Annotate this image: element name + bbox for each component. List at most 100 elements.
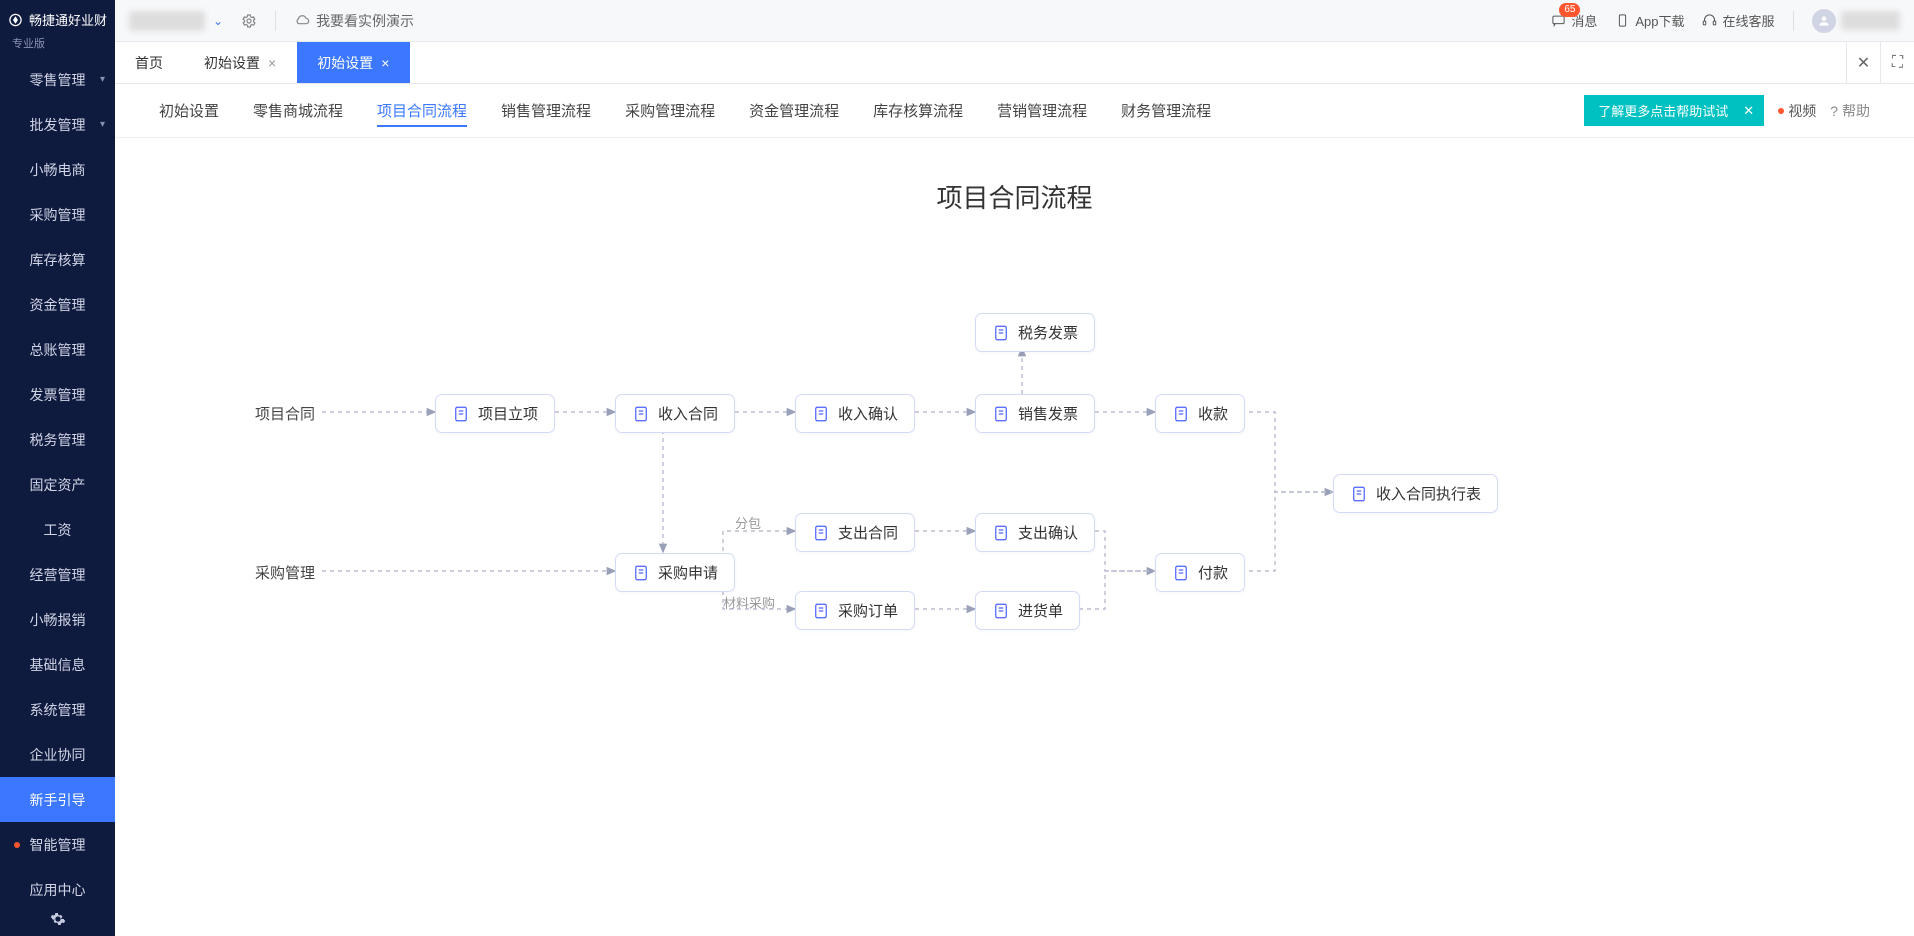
- close-icon[interactable]: ✕: [1743, 103, 1754, 119]
- node-income-contract[interactable]: 收入合同: [615, 394, 735, 433]
- subtabs: 初始设置 零售商城流程 项目合同流程 销售管理流程 采购管理流程 资金管理流程 …: [115, 84, 1914, 138]
- avatar-icon: [1812, 9, 1836, 33]
- sidebar-item-ecommerce[interactable]: 小畅电商: [0, 147, 115, 192]
- user-menu[interactable]: xxx: [1812, 9, 1901, 33]
- node-purchase-order[interactable]: 采购订单: [795, 591, 915, 630]
- tabs-strip: 首页 初始设置× 初始设置× ✕ ⛶: [115, 42, 1914, 84]
- sidebar-item-wholesale[interactable]: 批发管理: [0, 102, 115, 147]
- fullscreen-button[interactable]: ⛶: [1880, 42, 1914, 83]
- edge-label-subcontract: 分包: [735, 513, 761, 532]
- sidebar-item-invoice[interactable]: 发票管理: [0, 372, 115, 417]
- notification-dot: [1778, 108, 1784, 114]
- node-purchase-request[interactable]: 采购申请: [615, 553, 735, 592]
- subtab-funds[interactable]: 资金管理流程: [749, 86, 839, 135]
- sidebar-item-expense[interactable]: 小畅报销: [0, 597, 115, 642]
- node-sales-invoice[interactable]: 销售发票: [975, 394, 1095, 433]
- sidebar-items: 零售管理 批发管理 小畅电商 采购管理 库存核算 资金管理 总账管理 发票管理 …: [0, 57, 115, 902]
- cloud-icon: [294, 13, 310, 29]
- settings-gear-icon[interactable]: [241, 13, 257, 29]
- section-label-contract: 项目合同: [255, 403, 315, 424]
- canvas-title: 项目合同流程: [936, 178, 1092, 215]
- help-link[interactable]: ?帮助: [1830, 101, 1870, 121]
- video-link[interactable]: 视频: [1778, 101, 1816, 121]
- tab-initial-settings-2[interactable]: 初始设置×: [297, 42, 410, 83]
- document-icon: [1350, 485, 1368, 503]
- demo-link[interactable]: 我要看实例演示: [294, 11, 414, 31]
- tab-initial-settings-1[interactable]: 初始设置×: [184, 42, 297, 83]
- subtab-inventory[interactable]: 库存核算流程: [873, 86, 963, 135]
- sidebar-item-salary[interactable]: 工资: [0, 507, 115, 552]
- sidebar-item-ai-manage[interactable]: 智能管理: [0, 822, 115, 867]
- customer-service-button[interactable]: 在线客服: [1702, 11, 1774, 30]
- document-icon: [812, 524, 830, 542]
- document-icon: [1172, 405, 1190, 423]
- sidebar-item-ledger[interactable]: 总账管理: [0, 327, 115, 372]
- subtab-finance[interactable]: 财务管理流程: [1121, 86, 1211, 135]
- sidebar-item-funds[interactable]: 资金管理: [0, 282, 115, 327]
- node-income-exec-report[interactable]: 收入合同执行表: [1333, 474, 1498, 513]
- sidebar-item-tax[interactable]: 税务管理: [0, 417, 115, 462]
- node-receipt[interactable]: 收款: [1155, 394, 1245, 433]
- company-name-obscured: xxxx: [129, 11, 205, 31]
- edge-label-material: 材料采购: [723, 593, 775, 612]
- document-icon: [1172, 564, 1190, 582]
- gear-icon: [50, 911, 66, 927]
- sidebar-settings-button[interactable]: [0, 902, 115, 936]
- tab-home[interactable]: 首页: [115, 42, 184, 83]
- node-income-confirm[interactable]: 收入确认: [795, 394, 915, 433]
- subtab-retail-mall[interactable]: 零售商城流程: [253, 86, 343, 135]
- sidebar-item-guide[interactable]: 新手引导: [0, 777, 115, 822]
- subtab-project-contract[interactable]: 项目合同流程: [377, 86, 467, 135]
- help-tip-banner: 了解更多点击帮助试试 ✕: [1581, 95, 1764, 126]
- sidebar-item-retail[interactable]: 零售管理: [0, 57, 115, 102]
- node-payment[interactable]: 付款: [1155, 553, 1245, 592]
- close-icon[interactable]: ×: [381, 55, 389, 71]
- node-tax-invoice[interactable]: 税务发票: [975, 313, 1095, 352]
- close-icon[interactable]: ×: [268, 55, 276, 71]
- brand-logo[interactable]: 畅捷通好业财: [0, 0, 115, 39]
- question-icon: ?: [1830, 103, 1838, 119]
- node-expense-confirm[interactable]: 支出确认: [975, 513, 1095, 552]
- brand-edition: 专业版: [0, 35, 115, 51]
- document-icon: [992, 524, 1010, 542]
- close-all-tabs-button[interactable]: ✕: [1846, 42, 1880, 83]
- notification-dot: [14, 842, 20, 848]
- sidebar-item-system[interactable]: 系统管理: [0, 687, 115, 732]
- sidebar-item-enterprise[interactable]: 企业协同: [0, 732, 115, 777]
- sidebar-item-fixed-assets[interactable]: 固定资产: [0, 462, 115, 507]
- node-expense-contract[interactable]: 支出合同: [795, 513, 915, 552]
- document-icon: [992, 602, 1010, 620]
- brand-icon: [8, 11, 23, 29]
- sidebar-item-business[interactable]: 经营管理: [0, 552, 115, 597]
- subtab-purchase[interactable]: 采购管理流程: [625, 86, 715, 135]
- chevron-down-icon: ⌄: [213, 14, 223, 28]
- mobile-icon: [1615, 13, 1630, 28]
- headset-icon: [1702, 13, 1717, 28]
- messages-button[interactable]: 65 消息: [1551, 11, 1597, 30]
- section-label-purchase: 采购管理: [255, 562, 315, 583]
- subtab-marketing[interactable]: 营销管理流程: [997, 86, 1087, 135]
- sidebar-item-inventory[interactable]: 库存核算: [0, 237, 115, 282]
- sidebar-item-basic-info[interactable]: 基础信息: [0, 642, 115, 687]
- topbar: xxxx ⌄ 我要看实例演示 65 消息 App下载 在线客服: [115, 0, 1914, 42]
- username-obscured: xxx: [1841, 11, 1901, 30]
- node-project-setup[interactable]: 项目立项: [435, 394, 555, 433]
- divider: [275, 11, 276, 31]
- brand-name: 畅捷通好业财: [29, 10, 107, 29]
- divider: [1793, 11, 1794, 31]
- sidebar-item-purchase[interactable]: 采购管理: [0, 192, 115, 237]
- document-icon: [632, 405, 650, 423]
- subtab-sales[interactable]: 销售管理流程: [501, 86, 591, 135]
- document-icon: [812, 405, 830, 423]
- topbar-right: 65 消息 App下载 在线客服 xxx: [1551, 9, 1900, 33]
- main: xxxx ⌄ 我要看实例演示 65 消息 App下载 在线客服: [115, 0, 1914, 936]
- message-badge: 65: [1559, 3, 1580, 17]
- company-selector[interactable]: xxxx ⌄: [129, 11, 223, 31]
- document-icon: [632, 564, 650, 582]
- document-icon: [992, 324, 1010, 342]
- document-icon: [812, 602, 830, 620]
- subtab-initial[interactable]: 初始设置: [159, 86, 219, 135]
- app-download-button[interactable]: App下载: [1615, 11, 1684, 30]
- sidebar-item-app-center[interactable]: 应用中心: [0, 867, 115, 902]
- node-goods-in[interactable]: 进货单: [975, 591, 1080, 630]
